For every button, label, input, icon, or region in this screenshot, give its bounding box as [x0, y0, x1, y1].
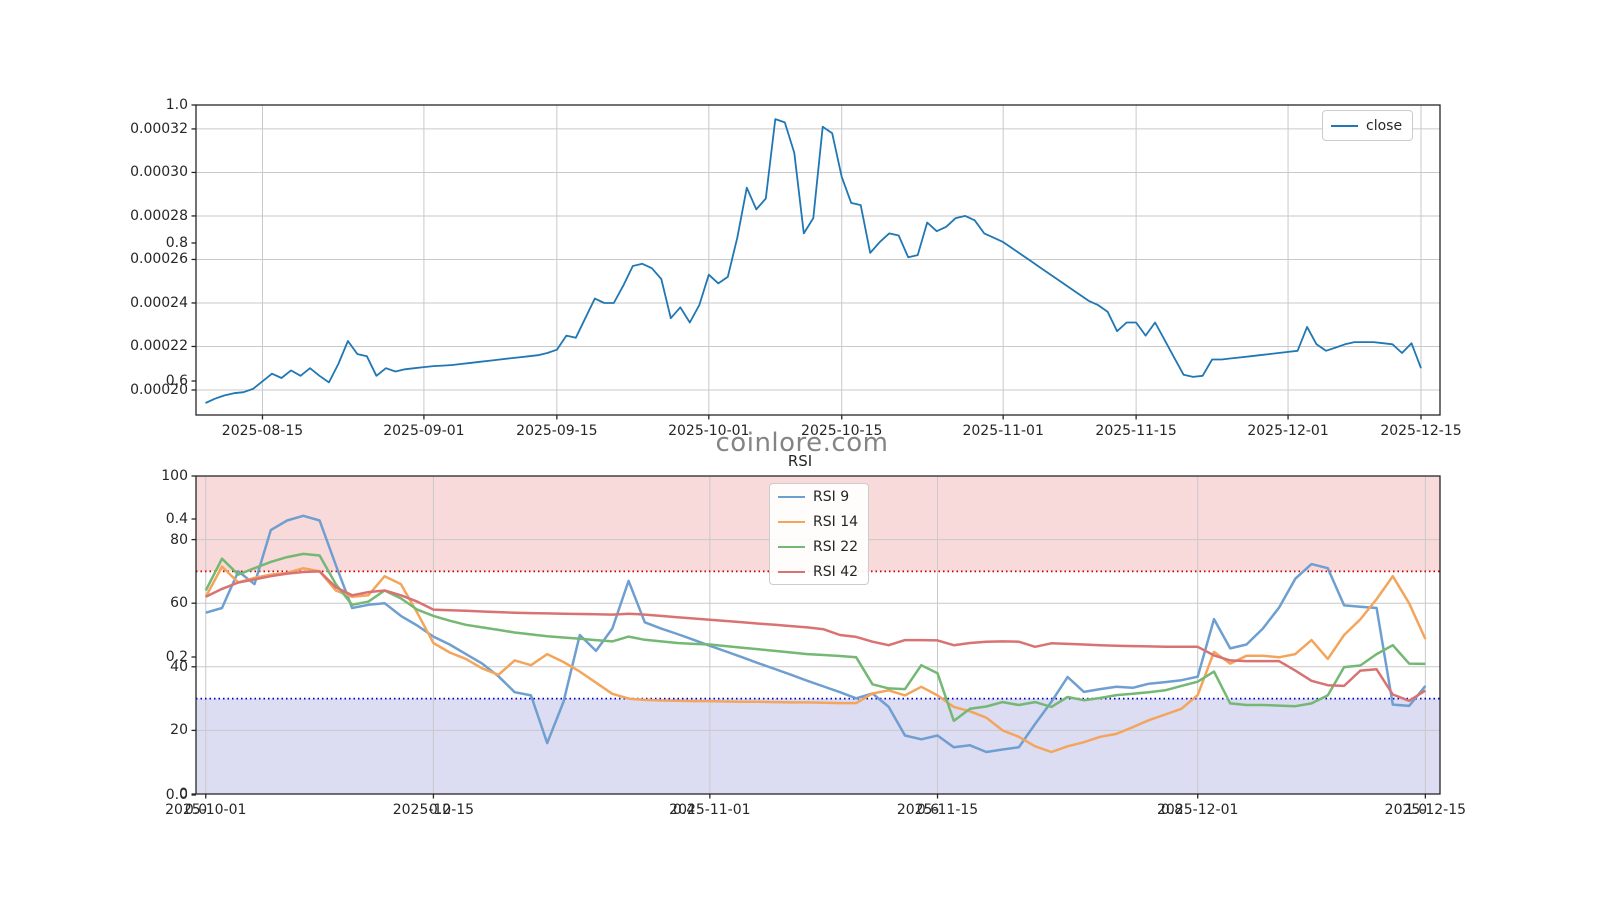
rsi-chart-title: RSI: [787, 452, 813, 470]
legend-label-rsi-9: RSI 9: [813, 488, 850, 505]
chart-figure: 0.00020 0.00022 0.00024 0.00026 0.00028 0.000…: [0, 0, 1600, 900]
tick-label: 0.00024: [130, 294, 188, 311]
tick-label: 60: [170, 595, 188, 612]
tick-label: 0.00022: [130, 338, 188, 355]
rsi9-line-swatch: [778, 495, 805, 498]
tick-label: 0.4: [165, 511, 188, 527]
tick-label: 2025-09-01: [383, 423, 465, 439]
legend-item-rsi-14: RSI 14: [770, 509, 868, 534]
legend-label-rsi-42: RSI 42: [813, 563, 859, 580]
tick-label: 0.6: [165, 373, 188, 389]
tick-label: 0.00032: [130, 120, 188, 137]
rsi22-line-swatch: [778, 545, 805, 548]
legend-item-close: close: [1323, 111, 1412, 140]
tick-label: 2025-12-15: [1380, 423, 1462, 439]
legend-label-close: close: [1366, 117, 1403, 134]
tick-label: 0.8: [1160, 802, 1184, 818]
legend-item-rsi-42: RSI 42: [770, 559, 868, 584]
tick-label: 40: [170, 658, 188, 675]
tick-label: 2025-09-15: [516, 423, 598, 439]
rsi-legend: RSI 9 RSI 14 RSI 22 RSI 42: [769, 483, 870, 585]
tick-label: 0.00026: [130, 251, 188, 268]
tick-label: 100: [161, 468, 188, 484]
close-line-swatch: [1331, 124, 1358, 127]
tick-label: 0.2: [428, 802, 452, 818]
legend-item-rsi-22: RSI 22: [770, 534, 868, 559]
close-legend: close: [1322, 110, 1414, 141]
rsi14-line-swatch: [778, 520, 805, 523]
tick-label: 0.8: [165, 235, 188, 251]
tick-label: 0.00028: [130, 207, 188, 224]
tick-label: 0.4: [672, 802, 696, 818]
legend-label-rsi-14: RSI 14: [813, 513, 859, 530]
legend-item-rsi-9: RSI 9: [770, 484, 868, 509]
tick-label: 0.0: [184, 802, 208, 818]
tick-label: 2025-12-01: [1247, 423, 1329, 439]
tick-label: 20: [170, 722, 188, 739]
tick-label: 2025-08-15: [221, 423, 304, 439]
tick-label: 1.0: [1404, 802, 1428, 818]
legend-label-rsi-22: RSI 22: [813, 538, 859, 555]
rsi42-line-swatch: [778, 570, 805, 573]
tick-label: 2025-11-15: [1095, 423, 1177, 439]
tick-label: 0.6: [916, 802, 940, 818]
tick-label: 1.0: [165, 97, 188, 113]
tick-label: 0.00030: [130, 164, 188, 181]
tick-label: 0: [179, 786, 188, 802]
tick-label: 80: [170, 531, 188, 548]
